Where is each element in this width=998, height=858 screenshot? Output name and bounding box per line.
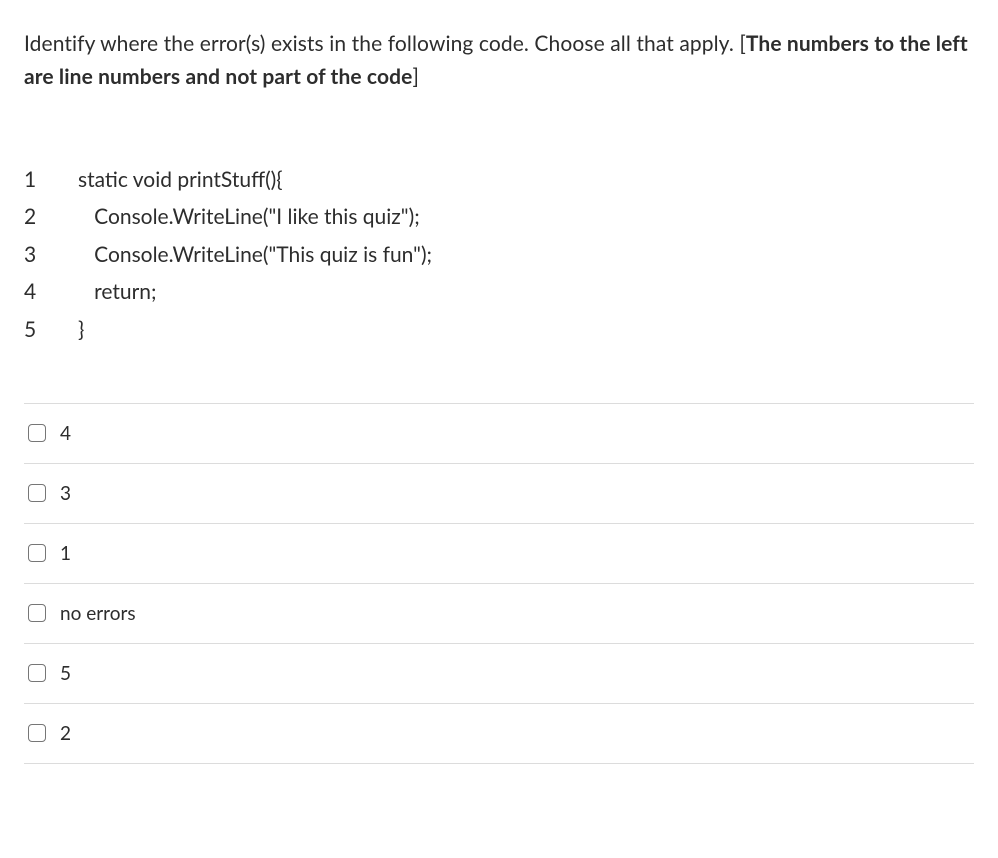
checkbox[interactable] bbox=[28, 544, 46, 562]
code-content: Console.WriteLine("This quiz is fun"); bbox=[78, 236, 432, 273]
code-content: Console.WriteLine("I like this quiz"); bbox=[78, 198, 420, 235]
option-label: 2 bbox=[60, 722, 71, 745]
code-line: 5 } bbox=[24, 311, 974, 348]
line-number: 3 bbox=[24, 236, 78, 273]
option-label: 4 bbox=[60, 422, 71, 445]
option-row[interactable]: 2 bbox=[24, 703, 974, 764]
option-label: no errors bbox=[60, 602, 136, 625]
code-block: 1 static void printStuff(){ 2 Console.Wr… bbox=[24, 161, 974, 348]
code-line: 4 return; bbox=[24, 273, 974, 310]
code-line: 2 Console.WriteLine("I like this quiz"); bbox=[24, 198, 974, 235]
option-label: 5 bbox=[60, 662, 71, 685]
option-row[interactable]: 4 bbox=[24, 403, 974, 464]
checkbox[interactable] bbox=[28, 604, 46, 622]
code-content: return; bbox=[78, 273, 156, 310]
checkbox[interactable] bbox=[28, 424, 46, 442]
checkbox[interactable] bbox=[28, 484, 46, 502]
code-content: static void printStuff(){ bbox=[78, 161, 283, 198]
option-label: 1 bbox=[60, 542, 71, 565]
line-number: 5 bbox=[24, 311, 78, 348]
line-number: 2 bbox=[24, 198, 78, 235]
line-number: 4 bbox=[24, 273, 78, 310]
line-number: 1 bbox=[24, 161, 78, 198]
code-line: 3 Console.WriteLine("This quiz is fun"); bbox=[24, 236, 974, 273]
option-row[interactable]: 5 bbox=[24, 643, 974, 704]
question-prefix: Identify where the error(s) exists in th… bbox=[24, 31, 746, 56]
checkbox[interactable] bbox=[28, 724, 46, 742]
checkbox[interactable] bbox=[28, 664, 46, 682]
option-row[interactable]: 3 bbox=[24, 463, 974, 524]
option-label: 3 bbox=[60, 482, 71, 505]
option-row[interactable]: 1 bbox=[24, 523, 974, 584]
code-content: } bbox=[78, 311, 84, 348]
question-text: Identify where the error(s) exists in th… bbox=[24, 28, 974, 93]
answer-options: 4 3 1 no errors 5 2 bbox=[24, 403, 974, 764]
code-line: 1 static void printStuff(){ bbox=[24, 161, 974, 198]
option-row[interactable]: no errors bbox=[24, 583, 974, 644]
question-suffix: ] bbox=[412, 64, 419, 89]
